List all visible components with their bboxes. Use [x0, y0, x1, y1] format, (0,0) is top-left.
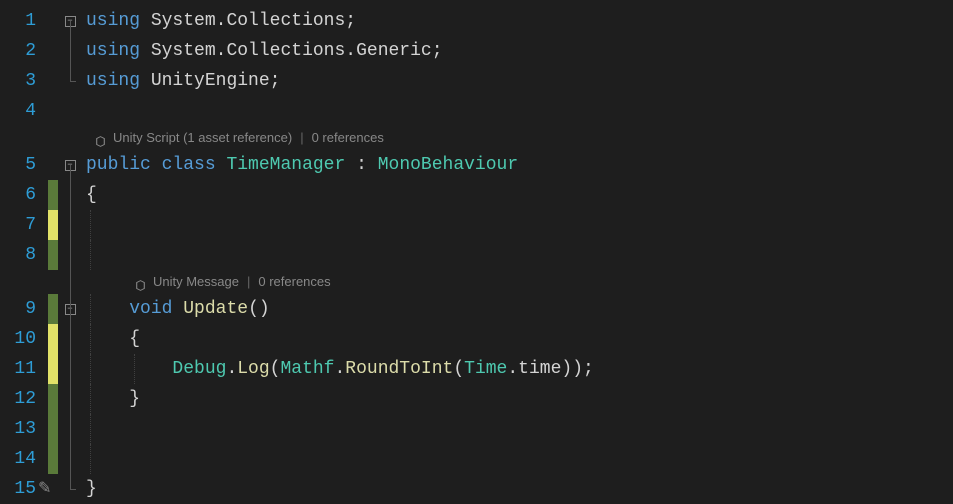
namespace: System — [151, 11, 216, 31]
line-number: 4 — [0, 96, 36, 126]
line-number: 2 — [0, 36, 36, 66]
code-line[interactable] — [86, 96, 953, 126]
line-number: 6 — [0, 180, 36, 210]
line-number: 13 — [0, 414, 36, 444]
codelens-refs: 0 references — [312, 126, 384, 150]
line-number: 5 — [0, 150, 36, 180]
outline-fold-column: − − − — [58, 0, 82, 501]
line-number: 15 — [0, 474, 36, 504]
line-number: 11 — [0, 354, 36, 384]
keyword: using — [86, 41, 140, 61]
code-line[interactable]: { — [86, 324, 953, 354]
line-number: 9 — [0, 294, 36, 324]
class-name: TimeManager — [226, 155, 345, 175]
change-indicator-bar — [48, 0, 58, 501]
namespace: Collections — [226, 11, 345, 31]
codelens-refs: 0 references — [258, 270, 330, 294]
codelens[interactable]: Unity Script (1 asset reference) | 0 ref… — [86, 126, 953, 150]
code-line[interactable] — [86, 414, 953, 444]
unity-icon — [134, 276, 147, 289]
code-line[interactable]: { — [86, 180, 953, 210]
code-line[interactable]: } — [86, 384, 953, 414]
code-line[interactable]: Debug.Log(Mathf.RoundToInt(Time.time)); — [86, 354, 953, 384]
line-number: 7 — [0, 210, 36, 240]
method-name: Update — [183, 299, 248, 319]
code-line[interactable]: using System.Collections; — [86, 6, 953, 36]
codelens-label: Unity Script (1 asset reference) — [113, 126, 292, 150]
unity-icon — [94, 132, 107, 145]
code-line[interactable] — [86, 210, 953, 240]
line-number: 1 — [0, 6, 36, 36]
code-line[interactable]: } — [86, 474, 953, 504]
code-editor[interactable]: 1 2 3 4 5 6 7 8 9 10 11 12 13 14 15 — [0, 0, 953, 501]
code-line[interactable] — [86, 444, 953, 474]
code-line[interactable]: void Update() — [86, 294, 953, 324]
code-line[interactable]: using System.Collections.Generic; — [86, 36, 953, 66]
codelens[interactable]: Unity Message | 0 references — [86, 270, 953, 294]
line-number: 8 — [0, 240, 36, 270]
keyword: using — [86, 11, 140, 31]
line-number: 12 — [0, 384, 36, 414]
code-line[interactable]: public class TimeManager : MonoBehaviour — [86, 150, 953, 180]
base-class: MonoBehaviour — [378, 155, 518, 175]
line-number: 10 — [0, 324, 36, 354]
line-number: 3 — [0, 66, 36, 96]
codelens-label: Unity Message — [153, 270, 239, 294]
pencil-icon: ✎ — [38, 477, 51, 501]
line-number: 14 — [0, 444, 36, 474]
code-area[interactable]: using System.Collections; using System.C… — [82, 0, 953, 501]
code-line[interactable]: using UnityEngine; — [86, 66, 953, 96]
code-line[interactable] — [86, 240, 953, 270]
line-number-gutter: 1 2 3 4 5 6 7 8 9 10 11 12 13 14 15 — [0, 0, 48, 501]
